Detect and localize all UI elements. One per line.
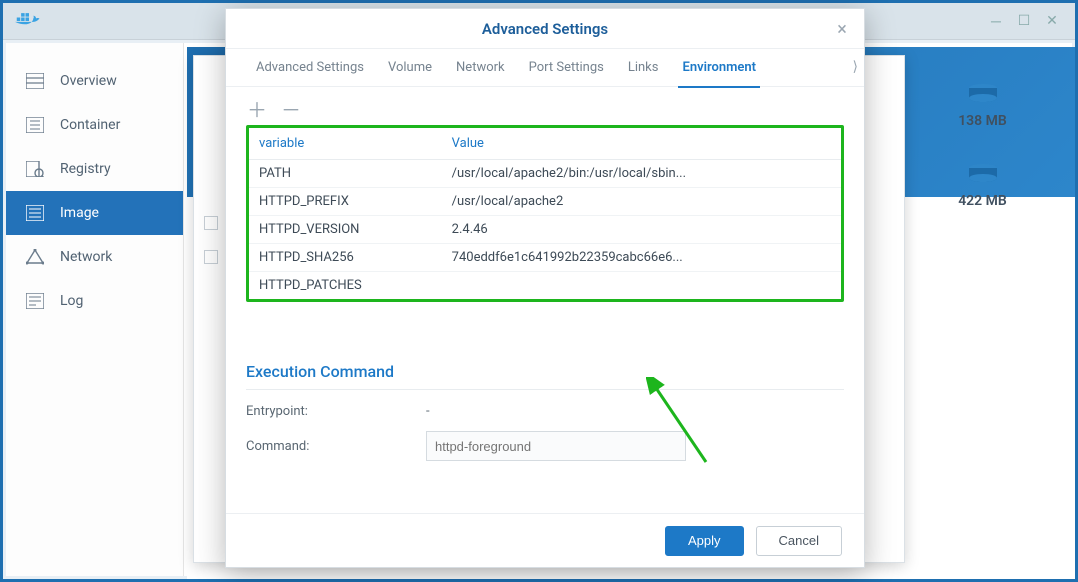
checkbox-hint[interactable] <box>204 250 218 264</box>
table-row[interactable]: HTTPD_PREFIX/usr/local/apache2 <box>249 188 841 216</box>
modal-footer: Apply Cancel <box>226 513 864 567</box>
env-var-name[interactable]: HTTPD_PATCHES <box>249 272 442 300</box>
sidebar: Overview Container Registry Image Networ… <box>6 43 184 576</box>
sidebar-item-label: Container <box>60 117 120 133</box>
network-icon <box>24 248 46 266</box>
tab-network[interactable]: Network <box>444 49 517 87</box>
env-vars-highlight-box: variable Value PATH/usr/local/apache2/bi… <box>246 125 844 302</box>
registry-icon <box>24 160 46 178</box>
sidebar-item-label: Registry <box>60 161 111 177</box>
chevron-right-icon[interactable]: ⟩ <box>853 59 858 75</box>
minimize-button[interactable]: ─ <box>985 12 1007 30</box>
tab-volume[interactable]: Volume <box>376 49 444 87</box>
env-var-value[interactable] <box>442 272 841 300</box>
row-controls: ＋ － <box>246 97 844 119</box>
sidebar-item-image[interactable]: Image <box>6 191 183 235</box>
table-row[interactable]: HTTPD_PATCHES <box>249 272 841 300</box>
sidebar-item-label: Network <box>60 249 112 265</box>
table-row[interactable]: HTTPD_SHA256740eddf6e1c641992b22359cabc6… <box>249 244 841 272</box>
overview-icon <box>24 72 46 90</box>
execution-heading: Execution Command <box>246 362 844 381</box>
disk-stack-icon <box>966 83 1000 107</box>
sidebar-item-label: Image <box>60 205 99 221</box>
disk-size-label: 138 MB <box>930 113 1035 129</box>
minus-icon[interactable]: － <box>280 97 302 119</box>
disk-card: 138 MB <box>930 83 1035 129</box>
cancel-button[interactable]: Cancel <box>756 526 842 556</box>
apply-button[interactable]: Apply <box>665 526 744 556</box>
sidebar-item-label: Overview <box>60 73 117 89</box>
env-var-value[interactable]: /usr/local/apache2/bin:/usr/local/sbin..… <box>442 160 841 188</box>
sidebar-item-label: Log <box>60 293 83 309</box>
disk-stack-icon <box>966 163 1000 187</box>
close-button[interactable]: ✕ <box>1041 12 1063 30</box>
tab-advanced-settings[interactable]: Advanced Settings <box>244 49 376 87</box>
divider <box>246 389 844 390</box>
truncated-letter: C <box>206 118 220 143</box>
disk-size-label: 422 MB <box>930 193 1035 209</box>
tab-environment[interactable]: Environment <box>670 49 768 87</box>
table-row[interactable]: PATH/usr/local/apache2/bin:/usr/local/sb… <box>249 160 841 188</box>
tab-links[interactable]: Links <box>616 49 671 87</box>
sidebar-item-container[interactable]: Container <box>6 103 183 147</box>
docker-logo-icon <box>15 10 43 32</box>
entrypoint-value: - <box>426 404 430 419</box>
plus-icon[interactable]: ＋ <box>246 97 268 119</box>
entrypoint-label: Entrypoint: <box>246 404 426 419</box>
modal-tabs: Advanced Settings Volume Network Port Se… <box>226 49 864 87</box>
col-header-value[interactable]: Value <box>442 128 841 160</box>
container-icon <box>24 116 46 134</box>
env-vars-table: variable Value PATH/usr/local/apache2/bi… <box>249 128 841 299</box>
sidebar-item-overview[interactable]: Overview <box>6 59 183 103</box>
environment-panel: ＋ － variable Value PATH/usr/local/apache… <box>226 87 864 513</box>
maximize-button[interactable]: ☐ <box>1013 12 1035 30</box>
env-var-name[interactable]: HTTPD_PREFIX <box>249 188 442 216</box>
sidebar-item-network[interactable]: Network <box>6 235 183 279</box>
sidebar-item-log[interactable]: Log <box>6 279 183 323</box>
execution-section: Execution Command Entrypoint: - Command: <box>246 362 844 461</box>
app-window: ─ ☐ ✕ Overview Container Registry Image <box>0 0 1078 582</box>
col-header-variable[interactable]: variable <box>249 128 442 160</box>
env-var-name[interactable]: HTTPD_SHA256 <box>249 244 442 272</box>
image-icon <box>24 204 46 222</box>
sidebar-item-registry[interactable]: Registry <box>6 147 183 191</box>
checkbox-hint[interactable] <box>204 216 218 230</box>
env-var-value[interactable]: 740eddf6e1c641992b22359cabc66e6... <box>442 244 841 272</box>
env-var-value[interactable]: /usr/local/apache2 <box>442 188 841 216</box>
command-label: Command: <box>246 439 426 454</box>
tab-port-settings[interactable]: Port Settings <box>517 49 616 87</box>
table-row[interactable]: HTTPD_VERSION2.4.46 <box>249 216 841 244</box>
close-icon[interactable]: × <box>830 17 854 41</box>
modal-header: Advanced Settings × <box>226 9 864 49</box>
env-var-name[interactable]: PATH <box>249 160 442 188</box>
disk-card: 422 MB <box>930 163 1035 209</box>
modal-title: Advanced Settings <box>482 20 608 38</box>
log-icon <box>24 292 46 310</box>
command-input[interactable] <box>426 431 686 461</box>
env-var-value[interactable]: 2.4.46 <box>442 216 841 244</box>
advanced-settings-modal: Advanced Settings × Advanced Settings Vo… <box>225 8 865 568</box>
env-var-name[interactable]: HTTPD_VERSION <box>249 216 442 244</box>
